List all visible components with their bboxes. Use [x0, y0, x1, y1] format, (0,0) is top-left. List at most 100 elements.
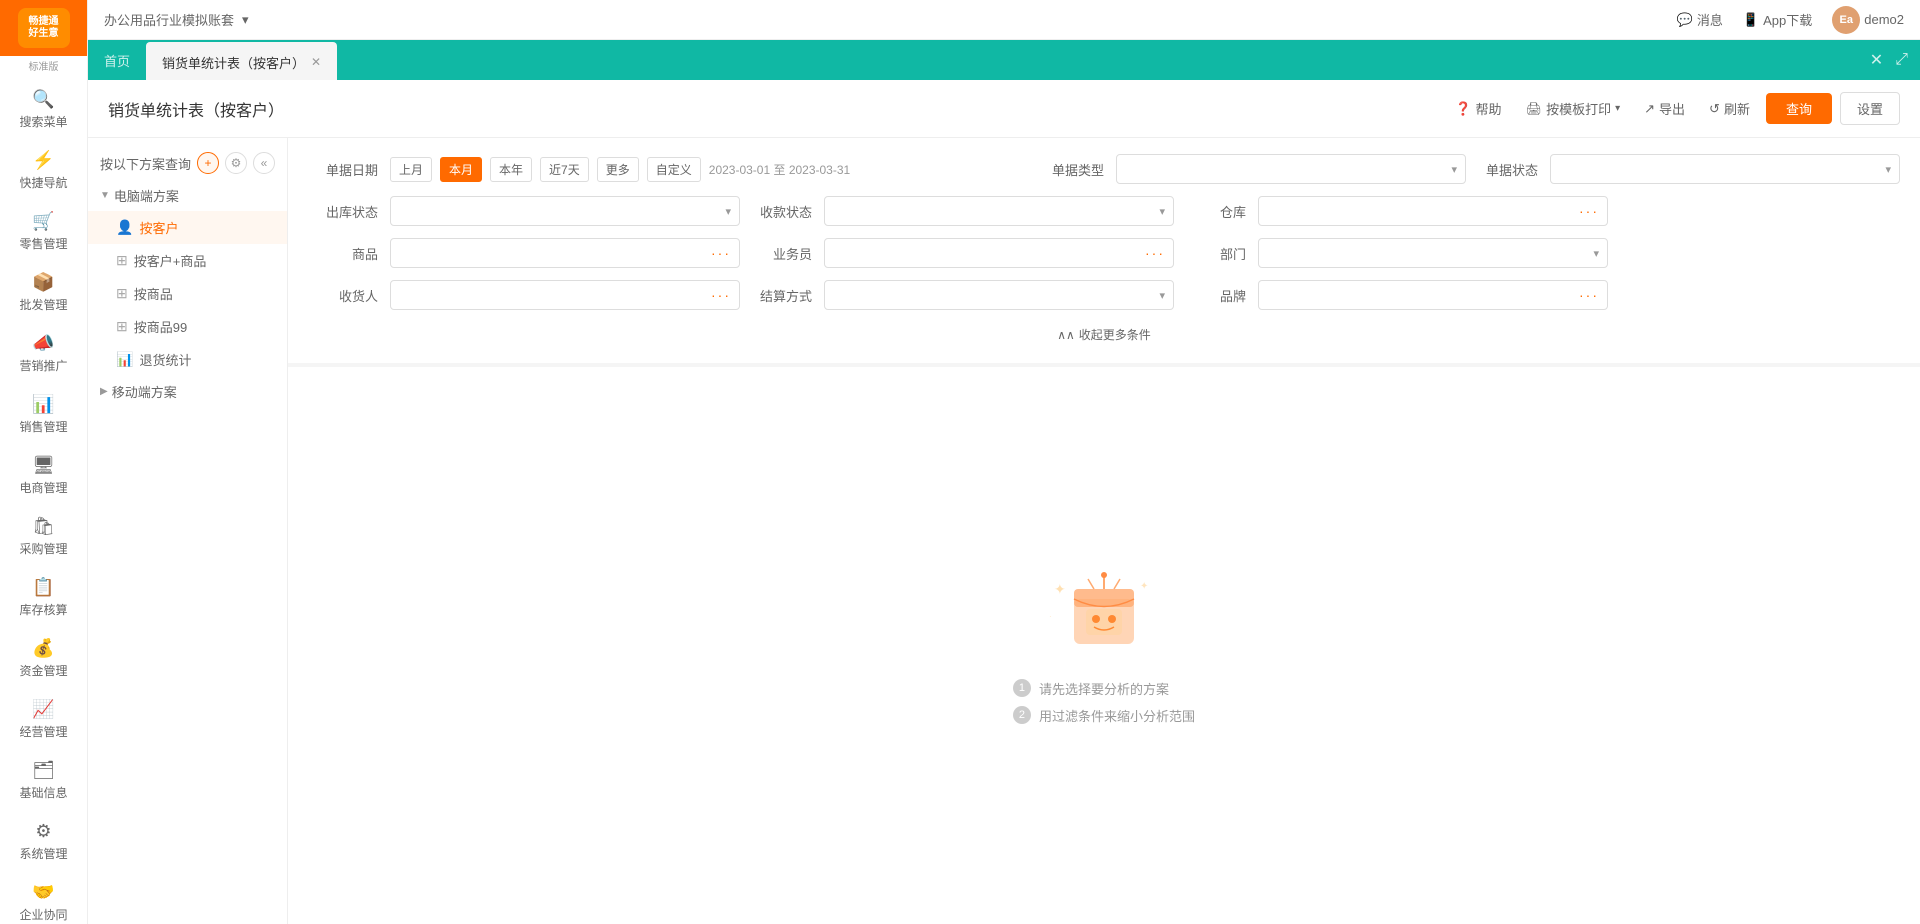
sidebar-item-operation[interactable]: 📈 经营管理: [0, 689, 88, 750]
receiver-dots: ···: [711, 287, 731, 303]
scheme-group-mobile-header[interactable]: ▶ 移动端方案: [88, 376, 287, 407]
sidebar-label-wholesale: 批发管理: [19, 296, 67, 313]
page-header-actions: ❓ 帮助 🖨 按模板打印 ▾ ↗ 导出 ↺ 刷新 查询 设置: [1447, 92, 1900, 125]
empty-hints: 1 请先选择要分析的方案 2 用过滤条件来缩小分析范围: [1013, 679, 1195, 733]
help-label: 帮助: [1476, 99, 1502, 118]
receipt-status-select[interactable]: ▾: [824, 196, 1174, 226]
department-label: 部门: [1186, 244, 1246, 263]
date-btn-last-month[interactable]: 上月: [390, 157, 432, 182]
order-type-select[interactable]: ▾: [1116, 154, 1466, 184]
sidebar-item-finance[interactable]: 💰 资金管理: [0, 628, 88, 689]
receipt-status-arrow: ▾: [1159, 205, 1165, 218]
scheme-item-label-return-stat: 退货统计: [139, 350, 191, 369]
sidebar-item-inventory[interactable]: 📋 库存核算: [0, 567, 88, 628]
group-label-mobile: 移动端方案: [112, 382, 177, 401]
date-btn-custom[interactable]: 自定义: [647, 157, 701, 182]
date-btn-this-month[interactable]: 本月: [440, 157, 482, 182]
scheme-add-button[interactable]: +: [197, 152, 219, 174]
tab-close-action[interactable]: ✕: [1866, 46, 1887, 74]
tab-sales-stat[interactable]: 销货单统计表（按客户） ✕: [146, 42, 337, 82]
department-select[interactable]: ▾: [1258, 238, 1608, 268]
sidebar-item-sales[interactable]: 📊 销售管理: [0, 384, 88, 445]
goods-dots: ···: [711, 245, 731, 261]
sidebar: 畅捷通好生意 标准版 🔍 搜索菜单 ⚡ 快捷导航 🛒 零售管理 📦 批发管理 📣…: [0, 0, 88, 924]
scheme-item-by-customer[interactable]: 👤 按客户: [88, 211, 287, 244]
export-label: 导出: [1659, 99, 1685, 118]
warehouse-label: 仓库: [1186, 202, 1246, 221]
goods-select[interactable]: ···: [390, 238, 740, 268]
scheme-item-goods-99[interactable]: ⊞ 按商品99: [88, 310, 287, 343]
topbar-dropdown-icon[interactable]: ▾: [242, 12, 249, 28]
query-button[interactable]: 查询: [1766, 93, 1832, 124]
brand-dots: ···: [1579, 287, 1599, 303]
hint-num-2: 2: [1013, 706, 1031, 724]
sidebar-item-retail[interactable]: 🛒 零售管理: [0, 201, 88, 262]
group-label-desktop: 电脑端方案: [114, 186, 179, 205]
sidebar-label-retail: 零售管理: [19, 235, 67, 252]
warehouse-select[interactable]: ···: [1258, 196, 1608, 226]
sidebar-label-finance: 资金管理: [19, 662, 67, 679]
goods99-icon: ⊞: [116, 318, 128, 335]
date-range-text: 2023-03-01 至 2023-03-31: [709, 161, 850, 178]
scheme-collapse-button[interactable]: «: [253, 152, 275, 174]
export-button[interactable]: ↗ 导出: [1636, 95, 1693, 122]
tabbar: 首页 销货单统计表（按客户） ✕ ✕ ⤢: [88, 40, 1920, 80]
logo-text: 畅捷通好生意: [29, 16, 59, 40]
order-status-select[interactable]: ▾: [1550, 154, 1900, 184]
sidebar-item-wholesale[interactable]: 📦 批发管理: [0, 262, 88, 323]
date-btn-last-7-days[interactable]: 近7天: [540, 157, 589, 182]
sidebar-label-corp: 企业协同: [19, 906, 67, 923]
sidebar-item-corp[interactable]: 🤝 企业协同: [0, 872, 88, 924]
template-print-button[interactable]: 🖨 按模板打印 ▾: [1518, 95, 1629, 122]
receiver-select[interactable]: ···: [390, 280, 740, 310]
out-status-select[interactable]: ▾: [390, 196, 740, 226]
tabbar-actions: ✕ ⤢: [1866, 46, 1920, 74]
sidebar-item-purchase[interactable]: 🛍 采购管理: [0, 506, 88, 567]
topbar-right: 💬 消息 📱 App下载 Ea demo2: [1677, 6, 1904, 34]
out-status-arrow: ▾: [725, 205, 731, 218]
collapse-bar[interactable]: ∧∧ 收起更多条件: [308, 322, 1900, 347]
message-icon: 💬: [1677, 12, 1693, 28]
topbar-left: 办公用品行业模拟账套 ▾: [104, 10, 249, 29]
purchase-icon: 🛍: [32, 516, 55, 537]
refresh-button[interactable]: ↺ 刷新: [1701, 95, 1758, 122]
messages-button[interactable]: 💬 消息: [1677, 10, 1723, 29]
salesperson-select[interactable]: ···: [824, 238, 1174, 268]
settlement-select[interactable]: ▾: [824, 280, 1174, 310]
sidebar-item-quick-nav[interactable]: ⚡ 快捷导航: [0, 140, 88, 201]
scheme-item-by-goods[interactable]: ⊞ 按商品: [88, 277, 287, 310]
sidebar-item-marketing[interactable]: 📣 营销推广: [0, 323, 88, 384]
brand-select[interactable]: ···: [1258, 280, 1608, 310]
scheme-settings-button[interactable]: ⚙: [225, 152, 247, 174]
main-area: 办公用品行业模拟账套 ▾ 💬 消息 📱 App下载 Ea demo2 首页: [88, 0, 1920, 924]
sidebar-label-sales: 销售管理: [19, 418, 67, 435]
scheme-item-return-stat[interactable]: 📊 退货统计: [88, 343, 287, 376]
receipt-status-label: 收款状态: [752, 202, 812, 221]
scheme-group-desktop-header[interactable]: ▼ 电脑端方案: [88, 180, 287, 211]
collapse-up-icon: ∧∧: [1057, 328, 1075, 342]
goods-icon: ⊞: [116, 285, 128, 302]
scheme-item-customer-goods[interactable]: ⊞ 按客户+商品: [88, 244, 287, 277]
goods-label: 商品: [308, 244, 378, 263]
app-download-button[interactable]: 📱 App下载: [1743, 10, 1812, 29]
page-title: 销货单统计表（按客户）: [108, 97, 284, 121]
sidebar-item-ecommerce[interactable]: 🖥 电商管理: [0, 445, 88, 506]
date-btn-this-year[interactable]: 本年: [490, 157, 532, 182]
sidebar-item-search[interactable]: 🔍 搜索菜单: [0, 79, 88, 140]
sidebar-item-base[interactable]: 🗂 基础信息: [0, 750, 88, 811]
user-menu[interactable]: Ea demo2: [1832, 6, 1904, 34]
scheme-item-label-customer: 按客户: [139, 218, 178, 237]
tab-close-icon[interactable]: ✕: [311, 55, 321, 69]
date-btn-more[interactable]: 更多: [597, 157, 639, 182]
tab-maximize-action[interactable]: ⤢: [1891, 47, 1912, 73]
topbar-title: 办公用品行业模拟账套: [104, 10, 234, 29]
settings-button[interactable]: 设置: [1840, 92, 1900, 125]
help-button[interactable]: ❓ 帮助: [1447, 95, 1509, 122]
topbar: 办公用品行业模拟账套 ▾ 💬 消息 📱 App下载 Ea demo2: [88, 0, 1920, 40]
sidebar-item-system[interactable]: ⚙ 系统管理: [0, 811, 88, 872]
ecommerce-icon: 🖥: [32, 455, 55, 476]
system-icon: ⚙: [35, 821, 51, 842]
brand-label: 品牌: [1186, 286, 1246, 305]
tab-home[interactable]: 首页: [88, 40, 146, 80]
order-type-arrow: ▾: [1451, 163, 1457, 176]
